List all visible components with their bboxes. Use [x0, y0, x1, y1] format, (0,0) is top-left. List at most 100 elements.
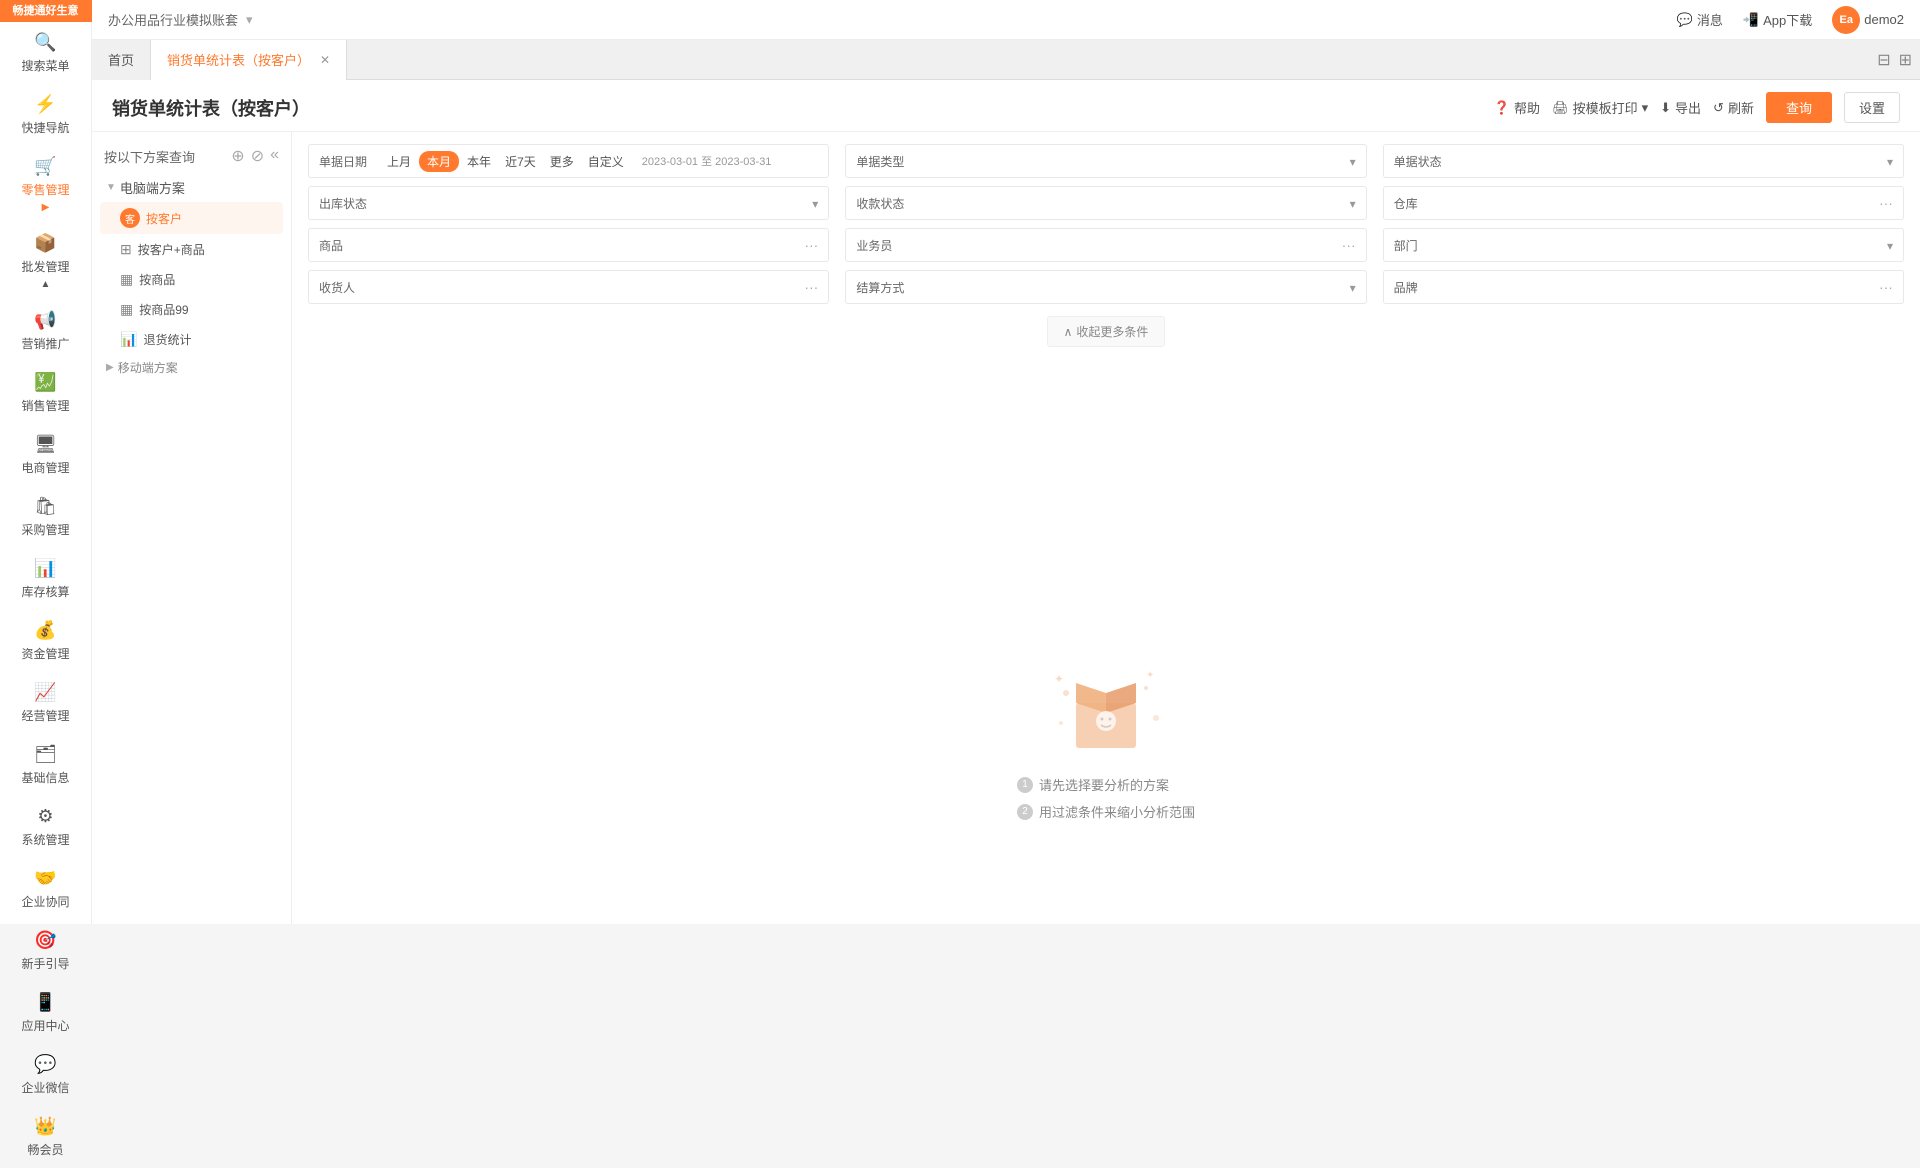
scheme-item-customer-goods[interactable]: ⊞ 按客户+商品 — [100, 235, 283, 264]
receiver-more-btn[interactable]: ··· — [804, 279, 818, 295]
system-icon: ⚙ — [37, 806, 53, 827]
sidebar-item-member[interactable]: 👑 畅会员 — [0, 1106, 92, 1168]
content: 销货单统计表（按客户） ❓ 帮助 🖨 按模板打印 ▾ ⬇ 导出 ↺ 刷新 — [92, 80, 1920, 924]
filter-row-4: 收货人 ··· 结算方式 — [308, 270, 1904, 304]
sidebar-item-quick-nav[interactable]: ⚡ 快捷导航 — [0, 84, 92, 146]
main-area: 办公用品行业模拟账套 ▾ 💬 消息 📲 App下载 Ea demo2 首页 — [92, 0, 1920, 924]
sidebar-item-wholesale[interactable]: 📦 批发管理 ▲ — [0, 223, 92, 300]
filter-payment: 收款状态 — [845, 186, 1366, 220]
sidebar-item-marketing[interactable]: 📢 营销推广 — [0, 300, 92, 362]
tab-minimize-icon[interactable]: ⊟ — [1877, 50, 1890, 70]
scheme-item-by-goods[interactable]: ▦ 按商品 — [100, 265, 283, 294]
date-btn-this-year[interactable]: 本年 — [461, 151, 497, 172]
scheme-group-desktop: ▼ 电脑端方案 客 按客户 ⊞ 按客户+商品 ▦ 按商品 — [92, 174, 291, 354]
date-btn-last-month[interactable]: 上月 — [381, 151, 417, 172]
date-quick-btns: 上月 本月 本年 近7天 更多 自定义 — [377, 151, 634, 172]
topbar: 办公用品行业模拟账套 ▾ 💬 消息 📲 App下载 Ea demo2 — [92, 0, 1920, 40]
date-btn-this-month[interactable]: 本月 — [419, 151, 459, 172]
scheme-group-mobile-header[interactable]: ▶ 移动端方案 — [100, 355, 283, 380]
scheme-collapse-btn[interactable]: « — [270, 146, 279, 166]
date-btn-more[interactable]: 更多 — [544, 151, 580, 172]
sidebar-item-ecommerce[interactable]: 🖥 电商管理 — [0, 424, 92, 486]
sidebar-item-newbie[interactable]: 🎯 新手引导 — [0, 920, 92, 982]
document-type-dropdown[interactable] — [1350, 153, 1356, 169]
svg-text:✦: ✦ — [1146, 670, 1154, 681]
sidebar-item-retail[interactable]: 🛒 零售管理 ▶ — [0, 146, 92, 223]
help-btn[interactable]: ❓ 帮助 — [1494, 98, 1540, 117]
salesman-more-btn[interactable]: ··· — [1342, 237, 1356, 253]
filter-row-2: 出库状态 收款状态 — [308, 186, 1904, 220]
ecommerce-icon: 🖥 — [34, 434, 57, 455]
print-btn[interactable]: 🖨 按模板打印 ▾ — [1552, 98, 1648, 117]
outbound-dropdown[interactable] — [812, 195, 818, 211]
sidebar-item-search[interactable]: 🔍 搜索菜单 — [0, 22, 92, 84]
app-icon: 📲 — [1743, 12, 1759, 28]
document-status-dropdown[interactable] — [1887, 153, 1893, 169]
scheme-group-mobile: ▶ 移动端方案 — [92, 355, 291, 380]
page-title: 销货单统计表（按客户） — [112, 95, 310, 121]
print-dropdown-icon: ▾ — [1642, 100, 1649, 116]
sidebar-item-inventory[interactable]: 📊 库存核算 — [0, 548, 92, 610]
sidebar-item-purchase[interactable]: 🛍 采购管理 — [0, 486, 92, 548]
scheme-item-returns[interactable]: 📊 退货统计 — [100, 325, 283, 354]
empty-tip-1: 1 请先选择要分析的方案 — [1017, 775, 1195, 794]
filter-row-1: 单据日期 上月 本月 本年 近7天 更多 自定义 2023-03-01 至 20… — [308, 144, 1904, 178]
newbie-icon: 🎯 — [34, 930, 56, 951]
sidebar-item-apps[interactable]: 📱 应用中心 — [0, 982, 92, 1044]
collapse-filters-btn[interactable]: ∧ 收起更多条件 — [1047, 316, 1166, 347]
sidebar-item-operations[interactable]: 📈 经营管理 — [0, 672, 92, 734]
goods-more-btn[interactable]: ··· — [804, 237, 818, 253]
sidebar-item-sales[interactable]: 💹 销售管理 — [0, 362, 92, 424]
tab-maximize-icon[interactable]: ⊞ — [1899, 50, 1912, 70]
sidebar: 畅捷通好生意 🔍 搜索菜单 ⚡ 快捷导航 🛒 零售管理 ▶ 📦 批发管理 ▲ 📢… — [0, 0, 92, 924]
sidebar-item-finance[interactable]: 💰 资金管理 — [0, 610, 92, 672]
scheme-actions: ⊕ ⊘ « — [231, 146, 279, 166]
company-dropdown-icon[interactable]: ▾ — [246, 12, 253, 28]
sidebar-item-enterprise[interactable]: 🤝 企业协同 — [0, 858, 92, 920]
user-menu[interactable]: Ea demo2 — [1832, 6, 1904, 34]
date-range-display: 2023-03-01 至 2023-03-31 — [634, 153, 780, 169]
department-dropdown[interactable] — [1887, 237, 1893, 253]
filter-receiver: 收货人 ··· — [308, 270, 829, 304]
app-download-btn[interactable]: 📲 App下载 — [1743, 10, 1812, 29]
scheme-group-desktop-header[interactable]: ▼ 电脑端方案 — [100, 174, 283, 201]
settings-btn[interactable]: 设置 — [1844, 92, 1900, 123]
scheme-edit-btn[interactable]: ⊘ — [251, 146, 264, 166]
sidebar-item-system[interactable]: ⚙ 系统管理 — [0, 796, 92, 858]
settlement-dropdown[interactable] — [1350, 279, 1356, 295]
filter-salesman: 业务员 ··· — [845, 228, 1366, 262]
sidebar-item-basic[interactable]: 🗂 基础信息 — [0, 734, 92, 796]
filter-goods: 商品 ··· — [308, 228, 829, 262]
sidebar-item-wechat[interactable]: 💬 企业微信 — [0, 1044, 92, 1106]
apps-icon: 📱 — [34, 992, 56, 1013]
filter-area: 单据日期 上月 本月 本年 近7天 更多 自定义 2023-03-01 至 20… — [292, 132, 1920, 520]
avatar: Ea — [1832, 6, 1860, 34]
refresh-btn[interactable]: ↺ 刷新 — [1713, 98, 1754, 117]
operations-icon: 📈 — [34, 682, 56, 703]
tab-sales-stats[interactable]: 销货单统计表（按客户） ✕ — [151, 40, 347, 80]
company-name: 办公用品行业模拟账套 — [108, 10, 238, 29]
scheme-item-goods-99[interactable]: ▦ 按商品99 — [100, 295, 283, 324]
warehouse-more-btn[interactable]: ··· — [1879, 195, 1893, 211]
content-body: 按以下方案查询 ⊕ ⊘ « ▼ 电脑端方案 客 按客户 — [92, 132, 1920, 924]
filter-document-type: 单据类型 — [845, 144, 1366, 178]
payment-dropdown[interactable] — [1350, 195, 1356, 211]
help-icon: ❓ — [1494, 100, 1510, 116]
chart-icon: 📊 — [120, 331, 137, 348]
table-icon: ▦ — [120, 271, 133, 288]
query-btn[interactable]: 查询 — [1766, 92, 1832, 123]
message-btn[interactable]: 💬 消息 — [1677, 10, 1723, 29]
brand-more-btn[interactable]: ··· — [1879, 279, 1893, 295]
filter-outbound: 出库状态 — [308, 186, 829, 220]
scheme-add-btn[interactable]: ⊕ — [231, 146, 244, 166]
tab-close-btn[interactable]: ✕ — [320, 53, 330, 67]
scheme-item-by-customer[interactable]: 客 按客户 — [100, 202, 283, 234]
enterprise-icon: 🤝 — [34, 868, 56, 889]
inventory-icon: 📊 — [34, 558, 56, 579]
tab-home[interactable]: 首页 — [92, 40, 151, 80]
member-icon: 👑 — [34, 1116, 56, 1137]
print-icon: 🖨 — [1552, 100, 1569, 116]
export-btn[interactable]: ⬇ 导出 — [1660, 98, 1701, 117]
date-btn-custom[interactable]: 自定义 — [582, 151, 630, 172]
date-btn-7days[interactable]: 近7天 — [499, 151, 542, 172]
